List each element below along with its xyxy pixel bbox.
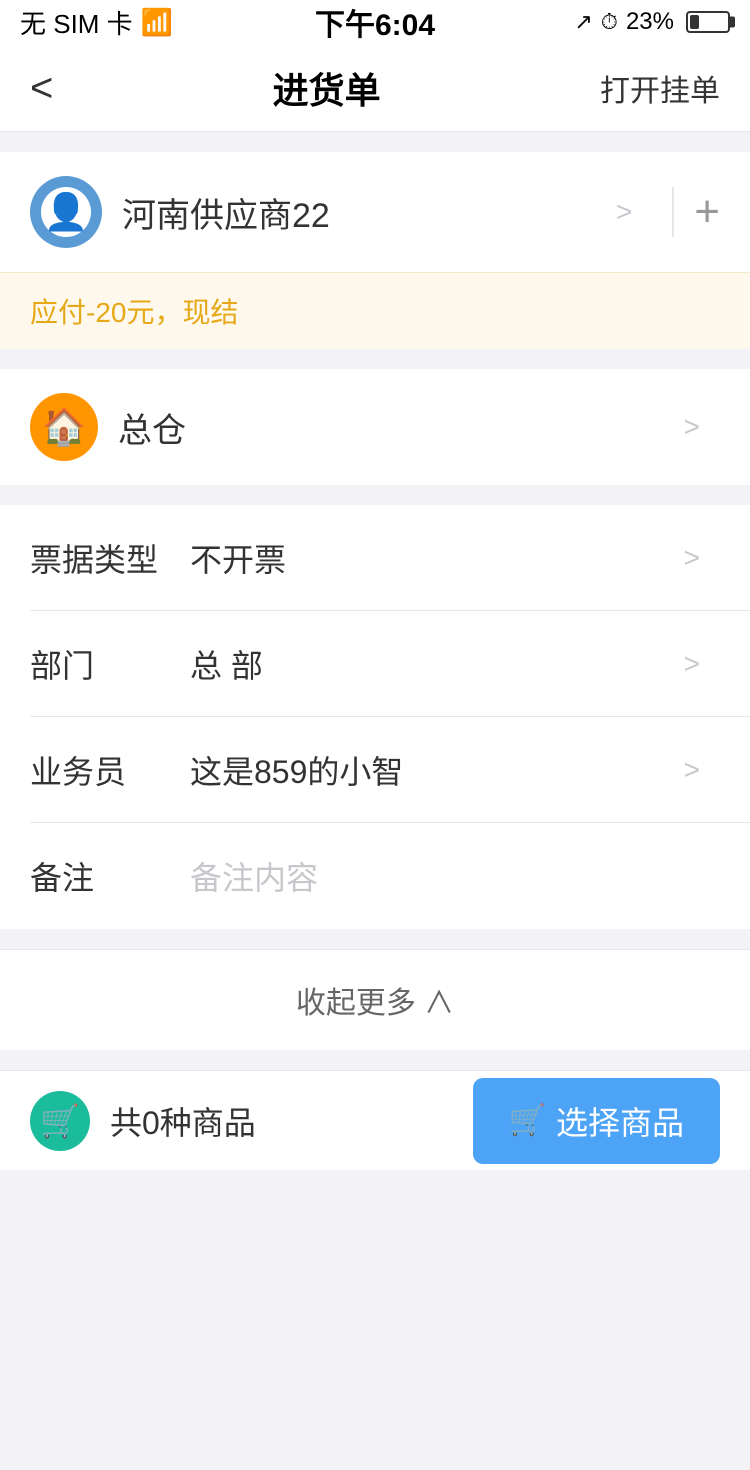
- page-title: 进货单: [273, 62, 381, 114]
- back-button[interactable]: <: [30, 68, 53, 108]
- department-row[interactable]: 部门 总 部 >: [0, 611, 750, 717]
- carrier-text: 无 SIM 卡: [20, 4, 133, 41]
- supplier-row[interactable]: 👤 河南供应商22 > +: [0, 152, 750, 272]
- wifi-icon: 📶: [141, 7, 173, 38]
- warehouse-icon-wrap: 🏠: [30, 393, 98, 461]
- invoice-value: 不开票: [190, 535, 684, 581]
- salesman-chevron-icon: >: [684, 754, 700, 786]
- salesman-value: 这是859的小智: [190, 747, 684, 793]
- warehouse-icon: 🏠: [42, 406, 87, 448]
- battery-icon: [686, 11, 730, 33]
- supplier-section: 👤 河南供应商22 > + 应付-20元，现结: [0, 152, 750, 349]
- salesman-label: 业务员: [30, 747, 170, 793]
- alarm-icon: ⏱: [601, 9, 618, 35]
- remark-row[interactable]: 备注 备注内容: [0, 823, 750, 929]
- avatar-inner: 👤: [41, 187, 91, 237]
- supplier-avatar: 👤: [30, 176, 102, 248]
- invoice-chevron-icon: >: [684, 542, 700, 574]
- notice-bar: 应付-20元，现结: [0, 272, 750, 349]
- nav-bar: < 进货单 打开挂单: [0, 44, 750, 132]
- status-time: 下午6:04: [315, 0, 435, 44]
- form-section: 票据类型 不开票 > 部门 总 部 > 业务员 这是859的小智 > 备注 备注…: [0, 505, 750, 929]
- select-product-label: 选择商品: [556, 1098, 684, 1144]
- vertical-divider: [672, 187, 674, 237]
- select-product-button[interactable]: 🛒 选择商品: [473, 1078, 720, 1164]
- product-icon-wrap: 🛒: [30, 1091, 90, 1151]
- invoice-label: 票据类型: [30, 535, 170, 581]
- location-icon: ↗: [574, 9, 592, 35]
- status-right: ↗ ⏱ 23%: [574, 8, 730, 36]
- bottom-bar: 🛒 共0种商品 🛒 选择商品: [0, 1070, 750, 1170]
- supplier-chevron-icon: >: [616, 196, 632, 228]
- product-icon: 🛒: [40, 1102, 80, 1140]
- add-button[interactable]: +: [694, 190, 720, 234]
- warehouse-row[interactable]: 🏠 总仓 >: [0, 369, 750, 485]
- collapse-section: 收起更多 ∧: [0, 949, 750, 1050]
- open-pending-button[interactable]: 打开挂单: [600, 66, 720, 110]
- section-divider-1: [0, 132, 750, 152]
- supplier-name: 河南供应商22: [122, 188, 616, 237]
- department-chevron-icon: >: [684, 648, 700, 680]
- warehouse-section: 🏠 总仓 >: [0, 369, 750, 485]
- status-bar: 无 SIM 卡 📶 下午6:04 ↗ ⏱ 23%: [0, 0, 750, 44]
- section-divider-2: [0, 349, 750, 369]
- department-label: 部门: [30, 641, 170, 687]
- department-value: 总 部: [190, 641, 684, 687]
- battery-percent: 23%: [626, 8, 674, 36]
- product-count: 共0种商品: [110, 1098, 473, 1144]
- remark-label: 备注: [30, 853, 170, 899]
- select-product-icon: 🛒: [509, 1103, 546, 1138]
- remark-placeholder: 备注内容: [190, 853, 720, 899]
- salesman-row[interactable]: 业务员 这是859的小智 >: [0, 717, 750, 823]
- collapse-button[interactable]: 收起更多 ∧: [296, 978, 454, 1022]
- status-left: 无 SIM 卡 📶: [20, 4, 173, 41]
- person-icon: 👤: [44, 191, 89, 233]
- background-fill: [0, 1170, 750, 1470]
- warehouse-name: 总仓: [118, 403, 684, 452]
- warehouse-chevron-icon: >: [684, 411, 700, 443]
- notice-text: 应付-20元，现结: [30, 297, 238, 328]
- invoice-row[interactable]: 票据类型 不开票 >: [0, 505, 750, 611]
